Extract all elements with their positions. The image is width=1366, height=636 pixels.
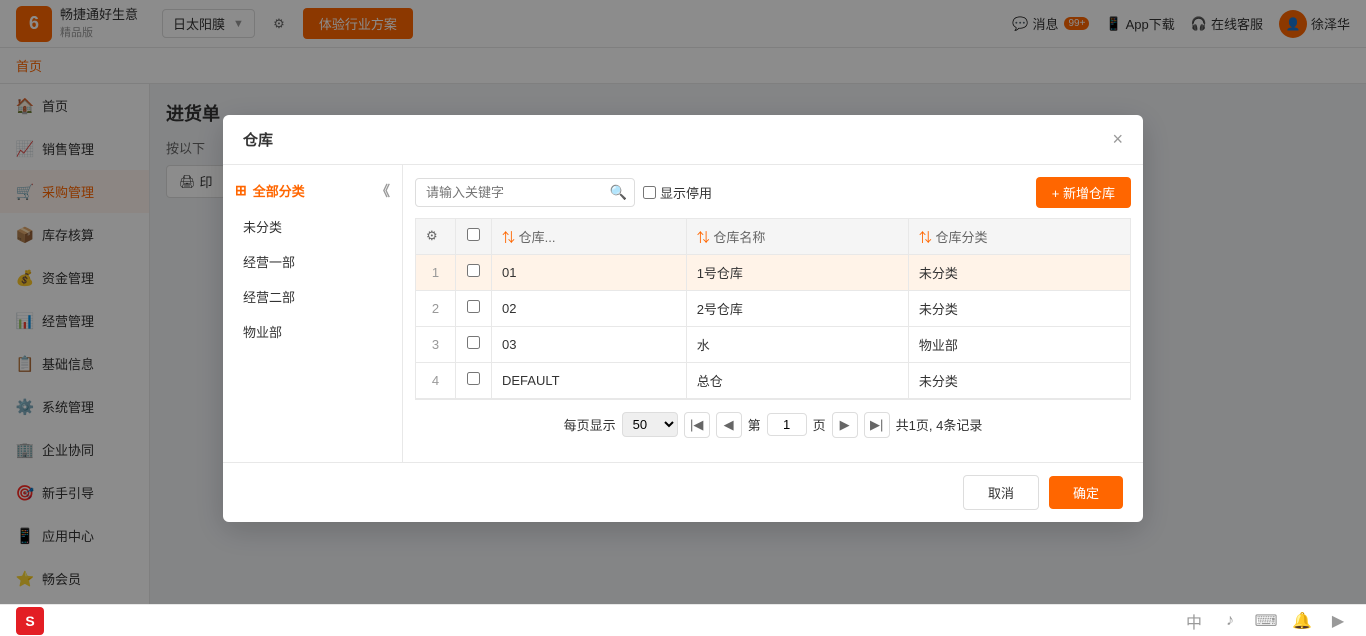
th-code: ⇅ 仓库... — [492, 218, 687, 254]
s-logo: S — [16, 607, 44, 635]
modal-close-button[interactable]: × — [1112, 129, 1123, 150]
row-code: 02 — [492, 290, 687, 326]
row-name: 水 — [686, 326, 908, 362]
status-bar: S 中 ♪ ⌨ 🔔 ▶ — [0, 604, 1366, 636]
table-row[interactable]: 1 01 1号仓库 未分类 — [416, 254, 1131, 290]
page-input[interactable] — [767, 413, 807, 436]
row-num: 2 — [416, 290, 456, 326]
cancel-button[interactable]: 取消 — [963, 475, 1039, 510]
row-checkbox-cell[interactable] — [456, 326, 492, 362]
select-all-checkbox[interactable] — [467, 228, 480, 241]
warehouse-table: ⚙ ⇅ 仓库... ⇅ 仓库名称 — [415, 218, 1131, 399]
warehouse-modal: 仓库 × ⊞ 全部分类 《 未分类 经营一部 经营二部 物业部 — [223, 115, 1143, 522]
first-page-button[interactable]: |◀ — [684, 412, 710, 438]
total-label: 共1页, 4条记录 — [896, 415, 983, 434]
cat-item-op1[interactable]: 经营一部 — [223, 244, 402, 279]
table-row[interactable]: 3 03 水 物业部 — [416, 326, 1131, 362]
chinese-input-icon[interactable]: 中 — [1182, 609, 1206, 633]
row-category: 未分类 — [908, 290, 1130, 326]
play-icon[interactable]: ▶ — [1326, 609, 1350, 633]
next-page-button[interactable]: ▶ — [832, 412, 858, 438]
add-warehouse-button[interactable]: + 新增仓库 — [1036, 177, 1131, 208]
search-input[interactable] — [415, 178, 635, 207]
modal-title: 仓库 — [243, 129, 273, 150]
table-header: ⚙ ⇅ 仓库... ⇅ 仓库名称 — [416, 218, 1131, 254]
table-body: 1 01 1号仓库 未分类 2 — [416, 254, 1131, 398]
collapse-sidebar-button[interactable]: 《 — [376, 181, 390, 201]
row-checkbox-cell[interactable] — [456, 254, 492, 290]
all-categories-label[interactable]: 全部分类 — [253, 181, 305, 200]
category-sidebar: ⊞ 全部分类 《 未分类 经营一部 经营二部 物业部 — [223, 165, 403, 462]
sort-icon: ⇅ — [502, 230, 515, 245]
cat-item-uncat[interactable]: 未分类 — [223, 209, 402, 244]
show-disabled-check[interactable] — [643, 186, 656, 199]
row-name: 2号仓库 — [686, 290, 908, 326]
sort-icon-cat: ⇅ — [919, 230, 932, 245]
row-name: 1号仓库 — [686, 254, 908, 290]
modal-overlay[interactable]: 仓库 × ⊞ 全部分类 《 未分类 经营一部 经营二部 物业部 — [0, 0, 1366, 636]
th-category: ⇅ 仓库分类 — [908, 218, 1130, 254]
category-header: ⊞ 全部分类 《 — [223, 173, 402, 209]
prev-page-button[interactable]: ◀ — [716, 412, 742, 438]
sort-icon-name: ⇅ — [697, 230, 710, 245]
per-page-label: 每页显示 — [564, 415, 616, 434]
row-checkbox-cell[interactable] — [456, 290, 492, 326]
sound-icon[interactable]: ♪ — [1218, 609, 1242, 633]
row-checkbox[interactable] — [467, 336, 480, 349]
row-num: 3 — [416, 326, 456, 362]
row-checkbox[interactable] — [467, 264, 480, 277]
show-disabled-checkbox[interactable]: 显示停用 — [643, 183, 712, 202]
grid-icon: ⊞ — [235, 182, 247, 199]
row-code: 03 — [492, 326, 687, 362]
th-gear: ⚙ — [416, 218, 456, 254]
row-code: DEFAULT — [492, 362, 687, 398]
search-wrap: 🔍 — [415, 178, 635, 207]
row-checkbox[interactable] — [467, 300, 480, 313]
notification-icon[interactable]: 🔔 — [1290, 609, 1314, 633]
show-disabled-label: 显示停用 — [660, 183, 712, 202]
cat-item-op2[interactable]: 经营二部 — [223, 279, 402, 314]
modal-header: 仓库 × — [223, 115, 1143, 165]
modal-body: ⊞ 全部分类 《 未分类 经营一部 经营二部 物业部 🔍 — [223, 165, 1143, 462]
th-name: ⇅ 仓库名称 — [686, 218, 908, 254]
row-checkbox-cell[interactable] — [456, 362, 492, 398]
pagination: 每页显示 50 10 20 100 |◀ ◀ 第 页 ▶ ▶| 共1页, 4条记… — [415, 399, 1131, 450]
row-num: 1 — [416, 254, 456, 290]
row-category: 未分类 — [908, 362, 1130, 398]
row-name: 总仓 — [686, 362, 908, 398]
table-area: 🔍 显示停用 + 新增仓库 ⚙ — [403, 165, 1143, 462]
keyboard-icon[interactable]: ⌨ — [1254, 609, 1278, 633]
th-checkbox — [456, 218, 492, 254]
row-num: 4 — [416, 362, 456, 398]
confirm-button[interactable]: 确定 — [1049, 476, 1123, 509]
cat-item-prop[interactable]: 物业部 — [223, 314, 402, 349]
row-code: 01 — [492, 254, 687, 290]
search-icon: 🔍 — [610, 184, 627, 201]
status-bar-right: 中 ♪ ⌨ 🔔 ▶ — [1182, 609, 1350, 633]
row-checkbox[interactable] — [467, 372, 480, 385]
modal-footer: 取消 确定 — [223, 462, 1143, 522]
table-row[interactable]: 4 DEFAULT 总仓 未分类 — [416, 362, 1131, 398]
page-label: 第 — [748, 415, 761, 434]
row-category: 物业部 — [908, 326, 1130, 362]
per-page-select[interactable]: 50 10 20 100 — [622, 412, 678, 437]
page-label-suffix: 页 — [813, 415, 826, 434]
last-page-button[interactable]: ▶| — [864, 412, 890, 438]
row-category: 未分类 — [908, 254, 1130, 290]
table-toolbar: 🔍 显示停用 + 新增仓库 — [415, 177, 1131, 208]
table-row[interactable]: 2 02 2号仓库 未分类 — [416, 290, 1131, 326]
